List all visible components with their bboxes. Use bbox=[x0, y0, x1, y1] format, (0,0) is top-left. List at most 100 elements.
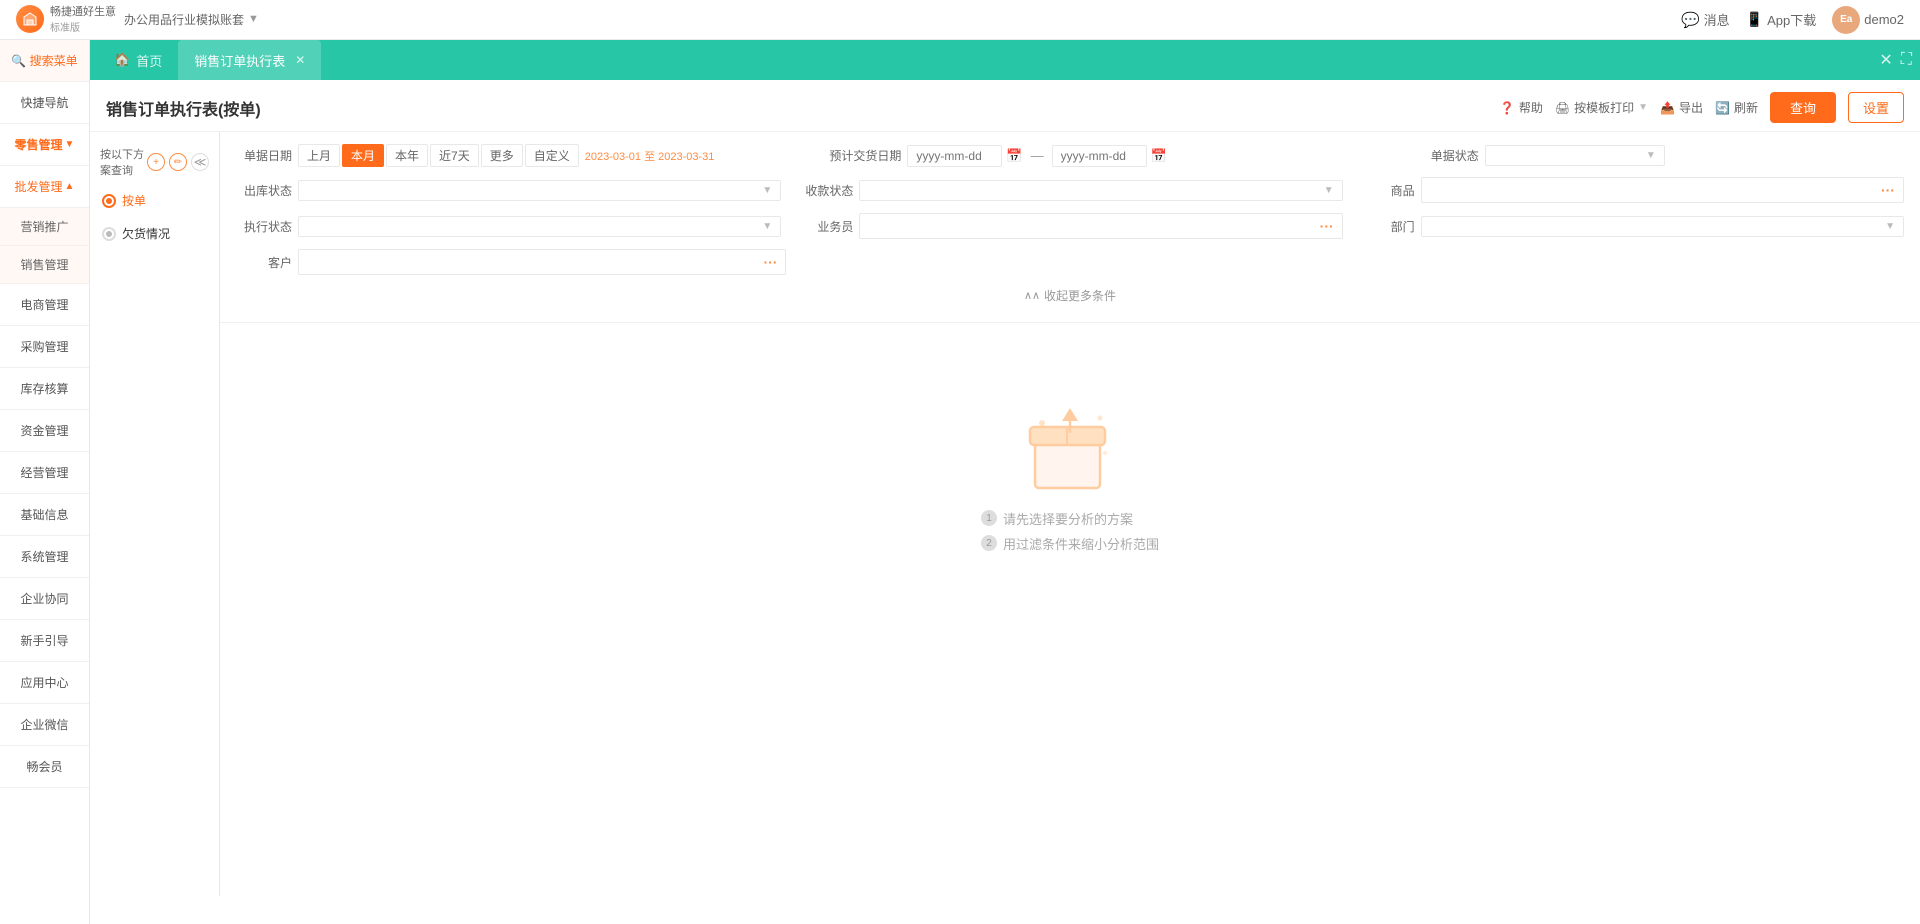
sidebar-basic[interactable]: 基础信息 bbox=[0, 494, 89, 536]
empty-hint-2: 2 用过滤条件来缩小分析范围 bbox=[981, 534, 1159, 553]
logo-text-area: 畅捷通好生意 标准版 bbox=[50, 5, 116, 34]
scheme-edit-btn[interactable]: ✏ bbox=[169, 153, 187, 171]
date-btn-7days[interactable]: 近7天 bbox=[430, 144, 479, 167]
empty-state: 1 请先选择要分析的方案 2 用过滤条件来缩小分析范围 bbox=[220, 323, 1920, 639]
tab-close-all-btn[interactable]: ✕ bbox=[1879, 50, 1892, 70]
dept-label: 部门 bbox=[1359, 218, 1415, 235]
export-btn[interactable]: 📤 导出 bbox=[1660, 99, 1703, 116]
collect-status-select[interactable]: ▼ bbox=[859, 180, 1342, 201]
message-icon: 💬 bbox=[1681, 11, 1700, 29]
print-btn[interactable]: 🖨 按模板打印 ▼ bbox=[1555, 99, 1648, 116]
scheme-add-btn[interactable]: + bbox=[147, 153, 165, 171]
sidebar-item-wholesale[interactable]: 批发管理 ▲ bbox=[0, 166, 89, 208]
username: demo2 bbox=[1864, 12, 1904, 27]
customer-select[interactable]: ··· bbox=[298, 249, 786, 275]
breadcrumb-text: 办公用品行业模拟账套 bbox=[124, 11, 244, 28]
sidebar-item-retail[interactable]: 零售管理 ▼ bbox=[0, 124, 89, 166]
expected-date-filter: 预计交货日期 📅 — 📅 bbox=[829, 145, 1406, 167]
sidebar-appcenter[interactable]: 应用中心 bbox=[0, 662, 89, 704]
expected-date-inputs: 📅 — 📅 bbox=[907, 145, 1406, 167]
sidebar-sys[interactable]: 系统管理 bbox=[0, 536, 89, 578]
calendar-start-icon[interactable]: 📅 bbox=[1006, 148, 1022, 164]
scheme-inactive-dot bbox=[102, 227, 116, 241]
empty-hint-1: 1 请先选择要分析的方案 bbox=[981, 509, 1159, 528]
expected-date-end-input[interactable] bbox=[1052, 145, 1147, 167]
empty-hints: 1 请先选择要分析的方案 2 用过滤条件来缩小分析范围 bbox=[981, 509, 1159, 559]
order-status-filter: 单据状态 ▼ bbox=[1423, 145, 1904, 166]
user-avatar-btn[interactable]: Ea demo2 bbox=[1832, 6, 1904, 34]
salesman-select[interactable]: ··· bbox=[859, 213, 1342, 239]
tab-home[interactable]: 🏠 首页 bbox=[98, 40, 178, 80]
sidebar-finance[interactable]: 资金管理 bbox=[0, 410, 89, 452]
collapse-up-icon: ∧∧ bbox=[1024, 289, 1040, 302]
sidebar-marketing[interactable]: 营销推广 bbox=[0, 208, 89, 246]
date-btn-custom[interactable]: 自定义 bbox=[525, 144, 579, 167]
breadcrumb-arrow-icon[interactable]: ▼ bbox=[248, 13, 259, 25]
sidebar-corp-label: 企业协同 bbox=[20, 592, 68, 606]
tab-expand-btn[interactable]: ⛶ bbox=[1901, 50, 1912, 70]
page-title: 销售订单执行表(按单) bbox=[106, 96, 261, 120]
scheme-actions: + ✏ ≪ bbox=[147, 153, 209, 171]
page-header: 销售订单执行表(按单) ❓ 帮助 🖨 按模板打印 ▼ 📤 bbox=[90, 80, 1920, 132]
search-icon: 🔍 bbox=[11, 54, 26, 68]
sidebar-member[interactable]: 畅会员 bbox=[0, 746, 89, 788]
date-btn-this-year[interactable]: 本年 bbox=[386, 144, 428, 167]
sidebar-search[interactable]: 🔍 搜索菜单 bbox=[0, 40, 89, 82]
sidebar-newbie[interactable]: 新手引导 bbox=[0, 620, 89, 662]
collapse-bar[interactable]: ∧∧ 收起更多条件 bbox=[236, 281, 1904, 310]
sidebar-ops-label: 经营管理 bbox=[20, 466, 68, 480]
date-btn-this-month[interactable]: 本月 bbox=[342, 144, 384, 167]
tab-close-icon[interactable]: ✕ bbox=[295, 53, 305, 67]
empty-hint-1-text: 请先选择要分析的方案 bbox=[1003, 509, 1133, 528]
order-status-select[interactable]: ▼ bbox=[1485, 145, 1665, 166]
print-label: 按模板打印 bbox=[1574, 99, 1634, 116]
collect-status-label: 收款状态 bbox=[797, 182, 853, 199]
sidebar-ops[interactable]: 经营管理 bbox=[0, 452, 89, 494]
date-range-text: 2023-03-01 至 2023-03-31 bbox=[585, 148, 715, 164]
page-inner: 销售订单执行表(按单) ❓ 帮助 🖨 按模板打印 ▼ 📤 bbox=[90, 80, 1920, 924]
sidebar-corp[interactable]: 企业协同 bbox=[0, 578, 89, 620]
help-btn[interactable]: ❓ 帮助 bbox=[1500, 99, 1543, 116]
sidebar-appcenter-label: 应用中心 bbox=[20, 676, 68, 690]
scheme-inner-dot bbox=[106, 198, 112, 204]
salesman-label: 业务员 bbox=[797, 218, 853, 235]
scheme-item-owe-goods[interactable]: 欠货情况 bbox=[90, 217, 219, 250]
query-button[interactable]: 查询 bbox=[1770, 92, 1836, 123]
scheme-title: 按以下方案查询 bbox=[100, 146, 147, 178]
sidebar: 🔍 搜索菜单 快捷导航 零售管理 ▼ 批发管理 ▲ 营销推广 销售管理 电商管理… bbox=[0, 40, 90, 924]
scheme-item-press-order[interactable]: 按单 bbox=[90, 184, 219, 217]
ship-status-select[interactable]: ▼ bbox=[298, 180, 781, 201]
scheme-inactive-inner-dot bbox=[106, 231, 112, 237]
tab-sales-exec[interactable]: 销售订单执行表 ✕ bbox=[178, 40, 321, 80]
settings-button[interactable]: 设置 bbox=[1848, 92, 1904, 123]
logo-area: 畅捷通好生意 标准版 bbox=[16, 5, 116, 34]
logo-edition: 标准版 bbox=[50, 19, 116, 34]
sidebar-wechat[interactable]: 企业微信 bbox=[0, 704, 89, 746]
product-select[interactable]: ··· bbox=[1421, 177, 1904, 203]
main-split: 按以下方案查询 + ✏ ≪ 按单 bbox=[90, 132, 1920, 896]
customer-label: 客户 bbox=[236, 254, 292, 271]
ship-status-label: 出库状态 bbox=[236, 182, 292, 199]
exec-status-select[interactable]: ▼ bbox=[298, 216, 781, 237]
sidebar-sub-wholesale: 营销推广 销售管理 bbox=[0, 208, 89, 284]
calendar-end-icon[interactable]: 📅 bbox=[1151, 148, 1167, 164]
message-label: 消息 bbox=[1704, 10, 1730, 29]
app-download-btn[interactable]: 📱 App下载 bbox=[1746, 10, 1817, 29]
sidebar-ecom-label: 电商管理 bbox=[20, 298, 68, 312]
sidebar-purchase[interactable]: 采购管理 bbox=[0, 326, 89, 368]
retail-arrow-icon: ▼ bbox=[65, 139, 75, 150]
sidebar-inventory-label: 库存核算 bbox=[20, 382, 68, 396]
scheme-collapse-btn[interactable]: ≪ bbox=[191, 153, 209, 171]
dept-select[interactable]: ▼ bbox=[1421, 216, 1904, 237]
date-btn-last-month[interactable]: 上月 bbox=[298, 144, 340, 167]
sidebar-ecom[interactable]: 电商管理 bbox=[0, 284, 89, 326]
date-btn-more[interactable]: 更多 bbox=[481, 144, 523, 167]
sidebar-quicknav[interactable]: 快捷导航 bbox=[0, 82, 89, 124]
sidebar-inventory[interactable]: 库存核算 bbox=[0, 368, 89, 410]
expected-date-start-input[interactable] bbox=[907, 145, 1002, 167]
ship-chevron-icon: ▼ bbox=[762, 185, 772, 196]
main-layout: 🔍 搜索菜单 快捷导航 零售管理 ▼ 批发管理 ▲ 营销推广 销售管理 电商管理… bbox=[0, 40, 1920, 924]
refresh-btn[interactable]: 🔄 刷新 bbox=[1715, 99, 1758, 116]
sidebar-salesmgmt[interactable]: 销售管理 bbox=[0, 246, 89, 284]
message-btn[interactable]: 💬 消息 bbox=[1681, 10, 1730, 29]
